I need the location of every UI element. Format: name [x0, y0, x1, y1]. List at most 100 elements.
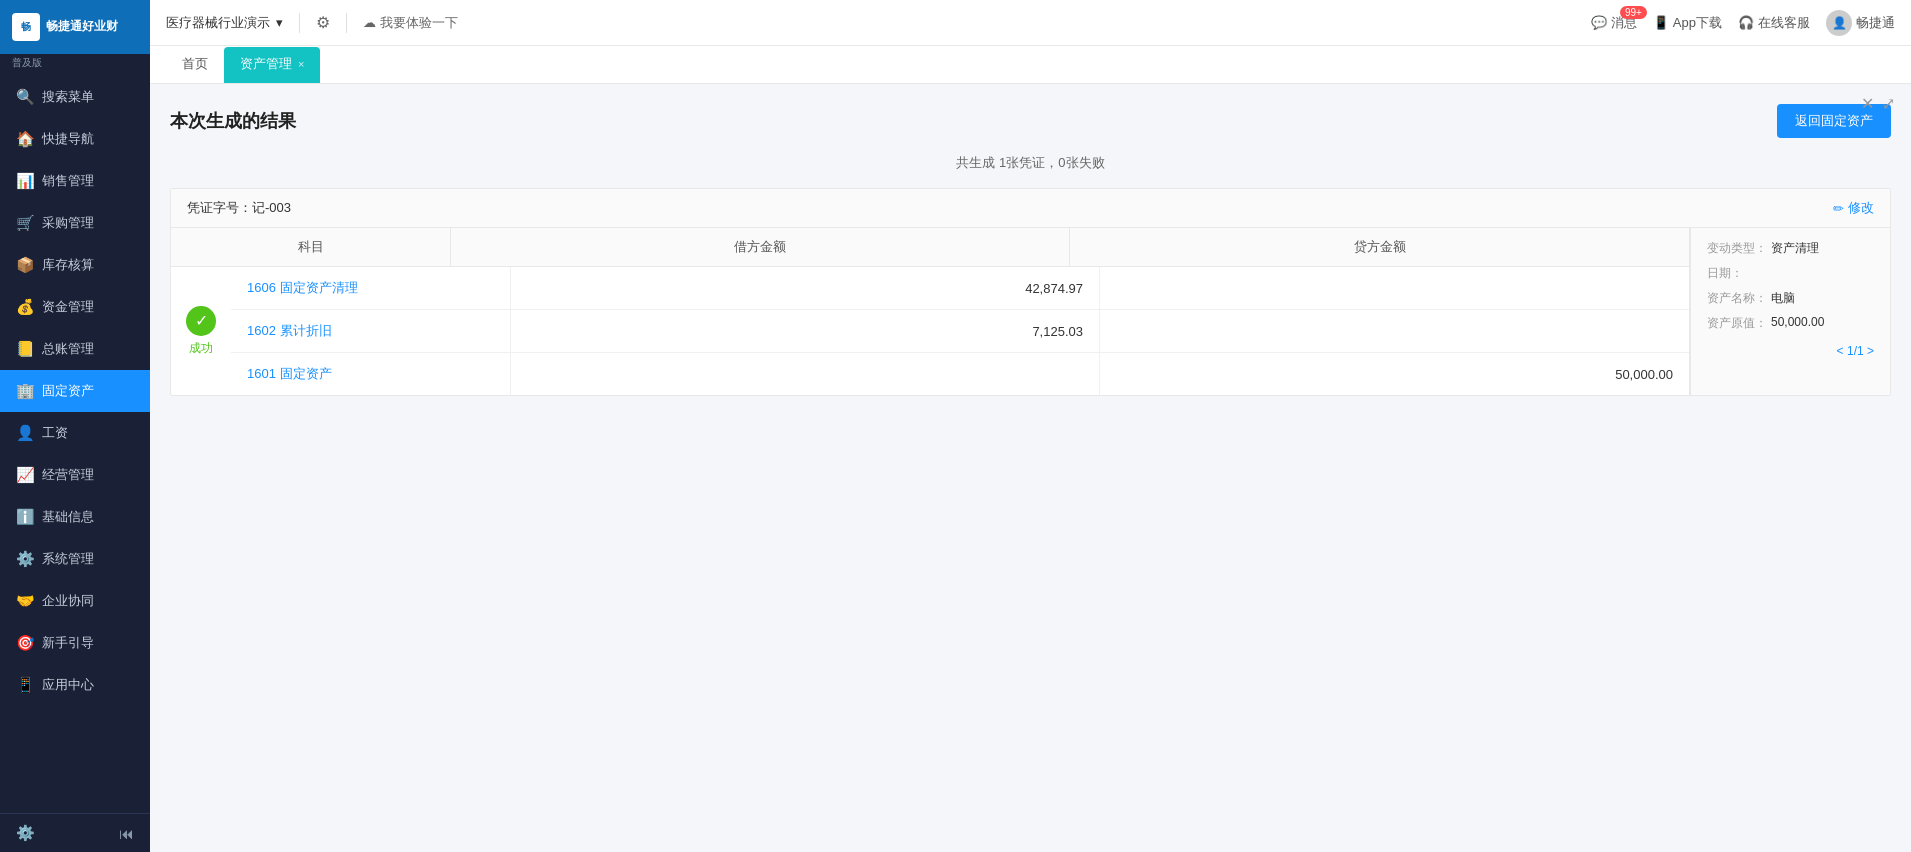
settings-icon[interactable]: ⚙ [316, 13, 330, 32]
sidebar-item-purchase[interactable]: 🛒 采购管理 [0, 202, 150, 244]
settings-bottom-icon[interactable]: ⚙️ [16, 824, 35, 842]
tab-home-label: 首页 [182, 56, 208, 71]
subject-link-3[interactable]: 1601 固定资产 [247, 365, 332, 383]
td-debit-1: 42,874.97 [511, 267, 1100, 309]
sidebar-item-label: 库存核算 [42, 256, 94, 274]
sidebar-item-payroll[interactable]: 👤 工资 [0, 412, 150, 454]
table-row-wrapper: ✓ 成功 1606 固定资产清理 [171, 267, 1689, 395]
online-service-button[interactable]: 🎧 在线客服 [1738, 14, 1810, 32]
tab-home[interactable]: 首页 [166, 47, 224, 83]
asset-name-value: 电脑 [1771, 290, 1795, 307]
tab-asset-label: 资产管理 [240, 55, 292, 73]
voucher-header: 凭证字号：记-003 ✏ 修改 [171, 189, 1890, 228]
next-page-icon[interactable]: > [1867, 344, 1874, 358]
system-icon: ⚙️ [16, 550, 34, 568]
td-debit-2: 7,125.03 [511, 310, 1100, 352]
collapse-sidebar-icon[interactable]: ⏮ [119, 825, 134, 842]
tab-asset-management[interactable]: 资产管理 × [224, 47, 320, 83]
messages-button[interactable]: 💬 消息 99+ [1591, 14, 1637, 32]
experience-button[interactable]: ☁ 我要体验一下 [363, 14, 458, 32]
page-title-row: 本次生成的结果 返回固定资产 [170, 104, 1891, 138]
expand-panel-button[interactable]: ⤢ [1882, 94, 1895, 113]
voucher-id: 凭证字号：记-003 [187, 199, 291, 217]
enterprise-icon: 🤝 [16, 592, 34, 610]
asset-value-value: 50,000.00 [1771, 315, 1824, 332]
asset-name-row: 资产名称： 电脑 [1707, 290, 1874, 307]
th-subject: 科目 [171, 228, 451, 266]
th-credit: 贷方金额 [1070, 228, 1689, 266]
company-selector[interactable]: 医疗器械行业演示 ▾ [166, 14, 283, 32]
sidebar-item-sales[interactable]: 📊 销售管理 [0, 160, 150, 202]
sidebar-item-label: 采购管理 [42, 214, 94, 232]
topbar-divider-2 [346, 13, 347, 33]
sidebar-item-fixed-assets[interactable]: 🏢 固定资产 [0, 370, 150, 412]
sidebar-item-finance[interactable]: 💰 资金管理 [0, 286, 150, 328]
topbar: 医疗器械行业演示 ▾ ⚙ ☁ 我要体验一下 💬 消息 99+ 📱 App下载 🎧… [150, 0, 1911, 46]
prev-page-icon[interactable]: < [1837, 344, 1844, 358]
sidebar-item-system[interactable]: ⚙️ 系统管理 [0, 538, 150, 580]
nav-tabs: 首页 资产管理 × [150, 46, 1911, 84]
sales-icon: 📊 [16, 172, 34, 190]
table-body: ✓ 成功 1606 固定资产清理 [171, 267, 1689, 395]
search-icon: 🔍 [16, 88, 34, 106]
page-info: 1/1 [1847, 344, 1867, 358]
guide-icon: 🎯 [16, 634, 34, 652]
app-download-label: App下载 [1673, 14, 1722, 32]
basic-info-icon: ℹ️ [16, 508, 34, 526]
debit-amount-2: 7,125.03 [1032, 324, 1083, 339]
td-subject-1: 1606 固定资产清理 [231, 267, 511, 309]
sidebar-item-enterprise[interactable]: 🤝 企业协同 [0, 580, 150, 622]
sidebar-item-label: 固定资产 [42, 382, 94, 400]
generation-summary: 共生成 1张凭证，0张失败 [170, 154, 1891, 172]
content-area: ✕ ⤢ 本次生成的结果 返回固定资产 共生成 1张凭证，0张失败 凭证字号：记-… [150, 84, 1911, 852]
td-credit-1 [1100, 267, 1689, 309]
operations-icon: 📈 [16, 466, 34, 484]
td-credit-3: 50,000.00 [1100, 353, 1689, 395]
subject-link-1[interactable]: 1606 固定资产清理 [247, 279, 358, 297]
voucher-body: 科目 借方金额 贷方金额 ✓ [171, 228, 1890, 395]
messages-badge: 99+ [1620, 6, 1647, 19]
asset-value-row: 资产原值： 50,000.00 [1707, 315, 1874, 332]
asset-name-label: 资产名称： [1707, 290, 1767, 307]
td-subject-2: 1602 累计折旧 [231, 310, 511, 352]
home-icon: 🏠 [16, 130, 34, 148]
date-row: 日期： [1707, 265, 1874, 282]
company-name: 医疗器械行业演示 [166, 14, 270, 32]
tab-close-icon[interactable]: × [298, 58, 304, 70]
sidebar-item-inventory[interactable]: 📦 库存核算 [0, 244, 150, 286]
sidebar-item-app-center[interactable]: 📱 应用中心 [0, 664, 150, 706]
service-icon: 🎧 [1738, 15, 1754, 30]
sidebar-item-label: 企业协同 [42, 592, 94, 610]
app-download-button[interactable]: 📱 App下载 [1653, 14, 1722, 32]
summary-content: 共生成 1张凭证，0张失败 [956, 155, 1104, 170]
table-row: 1606 固定资产清理 42,874.97 [231, 267, 1689, 310]
cloud-icon: ☁ [363, 15, 376, 30]
change-type-row: 变动类型： 资产清理 [1707, 240, 1874, 257]
app-center-icon: 📱 [16, 676, 34, 694]
close-panel-button[interactable]: ✕ [1861, 94, 1874, 113]
td-credit-2 [1100, 310, 1689, 352]
sidebar-item-operations[interactable]: 📈 经营管理 [0, 454, 150, 496]
success-status-col: ✓ 成功 [171, 267, 231, 395]
sidebar-item-label: 搜索菜单 [42, 88, 94, 106]
finance-icon: 💰 [16, 298, 34, 316]
table-rows: 1606 固定资产清理 42,874.97 [231, 267, 1689, 395]
sidebar-item-label: 工资 [42, 424, 68, 442]
sidebar-item-basic-info[interactable]: ℹ️ 基础信息 [0, 496, 150, 538]
window-controls: ✕ ⤢ [1861, 94, 1895, 113]
asset-value-label: 资产原值： [1707, 315, 1767, 332]
sidebar-item-ledger[interactable]: 📒 总账管理 [0, 328, 150, 370]
success-circle-icon: ✓ [186, 306, 216, 336]
sidebar-item-label: 经营管理 [42, 466, 94, 484]
sidebar-logo: 畅 畅捷通好业财 [0, 0, 150, 54]
sidebar-item-guide[interactable]: 🎯 新手引导 [0, 622, 150, 664]
subject-link-2[interactable]: 1602 累计折旧 [247, 322, 332, 340]
topbar-right: 💬 消息 99+ 📱 App下载 🎧 在线客服 👤 畅捷通 [1591, 10, 1895, 36]
sidebar-item-search-menu[interactable]: 🔍 搜索菜单 [0, 76, 150, 118]
sidebar-item-quick-nav[interactable]: 🏠 快捷导航 [0, 118, 150, 160]
voucher-card: 凭证字号：记-003 ✏ 修改 科目 借方金额 [170, 188, 1891, 396]
edit-voucher-button[interactable]: ✏ 修改 [1833, 199, 1874, 217]
sidebar-scroll: 🔍 搜索菜单 🏠 快捷导航 📊 销售管理 🛒 采购管理 📦 库存核算 💰 资金管… [0, 76, 150, 813]
sidebar: 畅 畅捷通好业财 普及版 🔍 搜索菜单 🏠 快捷导航 📊 销售管理 🛒 采购管理… [0, 0, 150, 852]
user-menu[interactable]: 👤 畅捷通 [1826, 10, 1895, 36]
